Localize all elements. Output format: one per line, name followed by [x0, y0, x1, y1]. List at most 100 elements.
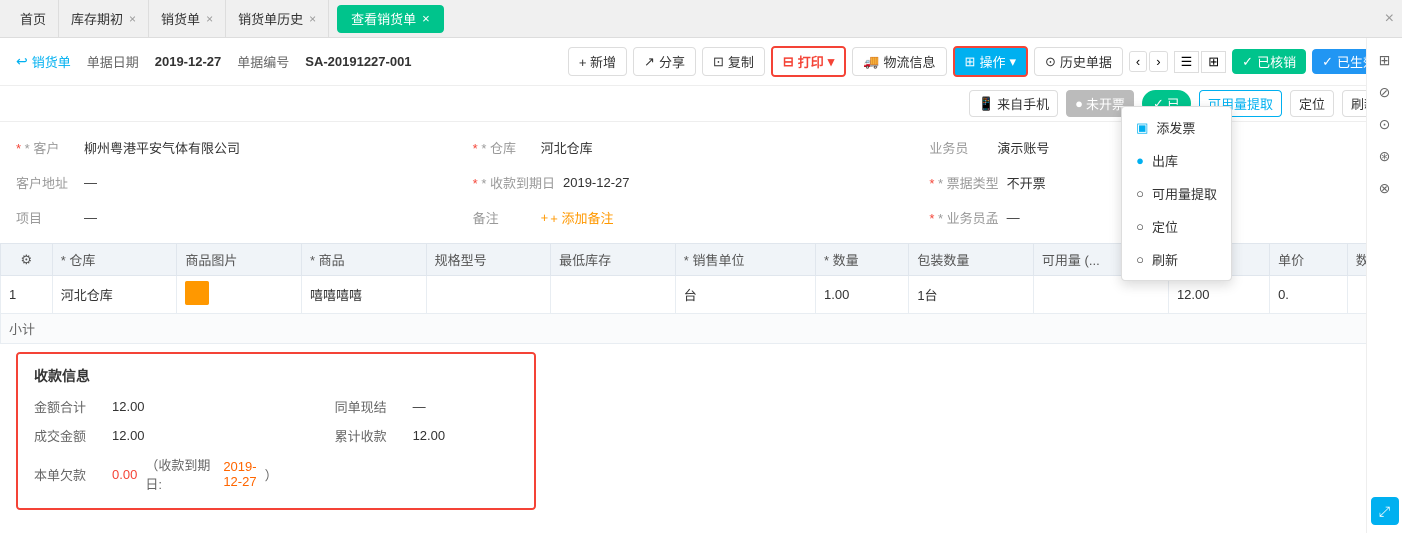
col-gear[interactable]: ⚙: [1, 244, 53, 276]
phone-button[interactable]: 📱 来自手机: [969, 90, 1058, 117]
due-amount-value: 0.00: [112, 467, 137, 482]
col-spec: 规格型号: [426, 244, 551, 276]
history-button[interactable]: ⊙ 历史单据: [1034, 47, 1123, 76]
deal-amount-label: 成交金额: [34, 426, 104, 445]
product-image: [185, 281, 209, 305]
plus-icon: +: [541, 210, 549, 225]
due-date-value: 2019-12-27: [223, 459, 256, 489]
row-sales-unit: 台: [675, 276, 815, 314]
share-icon: ↗: [644, 54, 655, 70]
sidebar-icon-5[interactable]: ⊗: [1371, 174, 1399, 202]
not-open-icon: ●: [1075, 96, 1083, 111]
operation-icon: ⊞: [965, 54, 976, 70]
doc-header: ↩ 销货单 单据日期 2019-12-27 单据编号 SA-20191227-0…: [0, 38, 1402, 86]
outbound-icon: ●: [1136, 153, 1144, 168]
deal-amount-value: 12.00: [112, 428, 145, 443]
prev-button[interactable]: ‹: [1129, 51, 1147, 72]
logistics-button[interactable]: 🚚 物流信息: [852, 47, 946, 76]
address-label: 客户地址: [16, 173, 76, 192]
warehouse-value: 河北仓库: [541, 138, 593, 157]
dropdown-locate[interactable]: ○ 定位: [1122, 210, 1231, 243]
ticket-label: * 票据类型: [929, 173, 998, 192]
row-available: [1033, 276, 1168, 314]
col-sales-unit: * 销售单位: [675, 244, 815, 276]
sales-order-icon: ↩: [16, 53, 28, 70]
grid-view-button[interactable]: ⊞: [1201, 51, 1226, 73]
same-order-value: —: [413, 399, 426, 414]
dropdown-refresh[interactable]: ○ 刷新: [1122, 243, 1231, 276]
sidebar-icon-3[interactable]: ⊙: [1371, 110, 1399, 138]
tab-sales-order[interactable]: 销货单 ×: [149, 0, 226, 38]
list-view-button[interactable]: ☰: [1174, 51, 1200, 73]
operation-button[interactable]: ⊞ 操作 ▾: [953, 46, 1028, 77]
col-product-img: 商品图片: [177, 244, 302, 276]
col-min-stock: 最低库存: [551, 244, 676, 276]
status-sold-button[interactable]: ✓ 已核销: [1232, 49, 1306, 74]
row-product: 嘻嘻嘻嘻: [301, 276, 426, 314]
add-invoice-icon: ▣: [1136, 120, 1148, 136]
print-icon: ⊟: [783, 54, 794, 70]
due-note: ）: [265, 465, 335, 484]
row-min-stock: [551, 276, 676, 314]
warehouse-label: * 仓库: [473, 138, 533, 157]
tab-bar-close[interactable]: ×: [1385, 10, 1394, 28]
amount-total-row: 金额合计 12.00: [34, 394, 335, 419]
print-dropdown-icon: ▾: [828, 54, 835, 70]
doc-type-badge: ↩ 销货单: [16, 52, 71, 71]
tab-sales-order-close[interactable]: ×: [206, 12, 213, 26]
note-label: 备注: [473, 208, 533, 227]
doc-date-label: 单据日期: [87, 52, 139, 71]
print-button[interactable]: ⊟ 打印 ▾: [771, 46, 846, 77]
tab-inventory-init-close[interactable]: ×: [129, 12, 136, 26]
locate-button[interactable]: 定位: [1290, 90, 1334, 117]
col-pack-qty: 包装数量: [909, 244, 1034, 276]
share-button[interactable]: ↗ 分享: [633, 47, 696, 76]
payment-date-label: * 收款到期日: [473, 173, 555, 192]
bottom-info-grid: 金额合计 12.00 同单现结 — 成交金额 12.00 累计收款 12.00 …: [34, 394, 518, 496]
cumulative-value: 12.00: [413, 428, 446, 443]
row-pack-qty: 1台: [909, 276, 1034, 314]
logistics-icon: 🚚: [863, 54, 879, 70]
sidebar-icon-4[interactable]: ⊛: [1371, 142, 1399, 170]
check-icon: ✓: [1242, 54, 1253, 70]
due-amount-label: 本单欠款: [34, 465, 104, 484]
same-order-label: 同单现结: [335, 397, 405, 416]
address-row: 客户地址 —: [16, 169, 473, 196]
copy-button[interactable]: ⊡ 复制: [702, 47, 765, 76]
row-unit-price: 0.: [1270, 276, 1348, 314]
add-note-button[interactable]: + + 添加备注: [541, 208, 614, 227]
dropdown-menu: ▣ 添发票 ● 出库 ○ 可用量提取 ○ 定位 ○ 刷新: [1121, 106, 1232, 281]
tab-sales-history-close[interactable]: ×: [309, 12, 316, 26]
subtotal-label: 小计: [1, 314, 1402, 344]
phone-icon: 📱: [978, 96, 994, 112]
project-label: 项目: [16, 208, 76, 227]
project-row: 项目 —: [16, 204, 473, 231]
row-index: 1: [1, 276, 53, 314]
new-button[interactable]: + 新增: [568, 47, 627, 76]
tab-bar: 首页 库存期初 × 销货单 × 销货单历史 × 查看销货单 × ×: [0, 0, 1402, 38]
view-toggle: ☰ ⊞: [1174, 51, 1227, 73]
nav-arrows: ‹ ›: [1129, 51, 1168, 72]
sales-staff-value: —: [1007, 210, 1020, 225]
next-button[interactable]: ›: [1149, 51, 1167, 72]
tab-inventory-init[interactable]: 库存期初 ×: [59, 0, 149, 38]
copy-icon: ⊡: [713, 54, 724, 70]
row-quantity: 1.00: [816, 276, 909, 314]
toolbar-right: + 新增 ↗ 分享 ⊡ 复制 ⊟ 打印 ▾ 🚚 物流信息 ⊞ 操作: [568, 46, 1386, 77]
same-order-row: 同单现结 —: [335, 394, 518, 419]
tab-view-sales-order[interactable]: 查看销货单 ×: [337, 5, 444, 33]
note-row: 备注 + + 添加备注: [473, 204, 930, 231]
sidebar-icon-2[interactable]: ⊘: [1371, 78, 1399, 106]
ticket-value: 不开票: [1007, 173, 1046, 192]
sidebar-expand-icon[interactable]: ⤢: [1371, 497, 1399, 525]
sidebar-icon-1[interactable]: ⊞: [1371, 46, 1399, 74]
dropdown-outbound[interactable]: ● 出库: [1122, 144, 1231, 177]
due-amount-row: 本单欠款 0.00 （收款到期日: 2019-12-27 ）: [34, 452, 335, 496]
staff-value: 演示账号: [997, 138, 1049, 157]
tab-home[interactable]: 首页: [8, 0, 59, 38]
payment-date-value: 2019-12-27: [563, 175, 630, 190]
tab-sales-history[interactable]: 销货单历史 ×: [226, 0, 329, 38]
dropdown-available[interactable]: ○ 可用量提取: [1122, 177, 1231, 210]
tab-view-sales-order-close[interactable]: ×: [422, 11, 430, 26]
dropdown-add-invoice[interactable]: ▣ 添发票: [1122, 111, 1231, 144]
